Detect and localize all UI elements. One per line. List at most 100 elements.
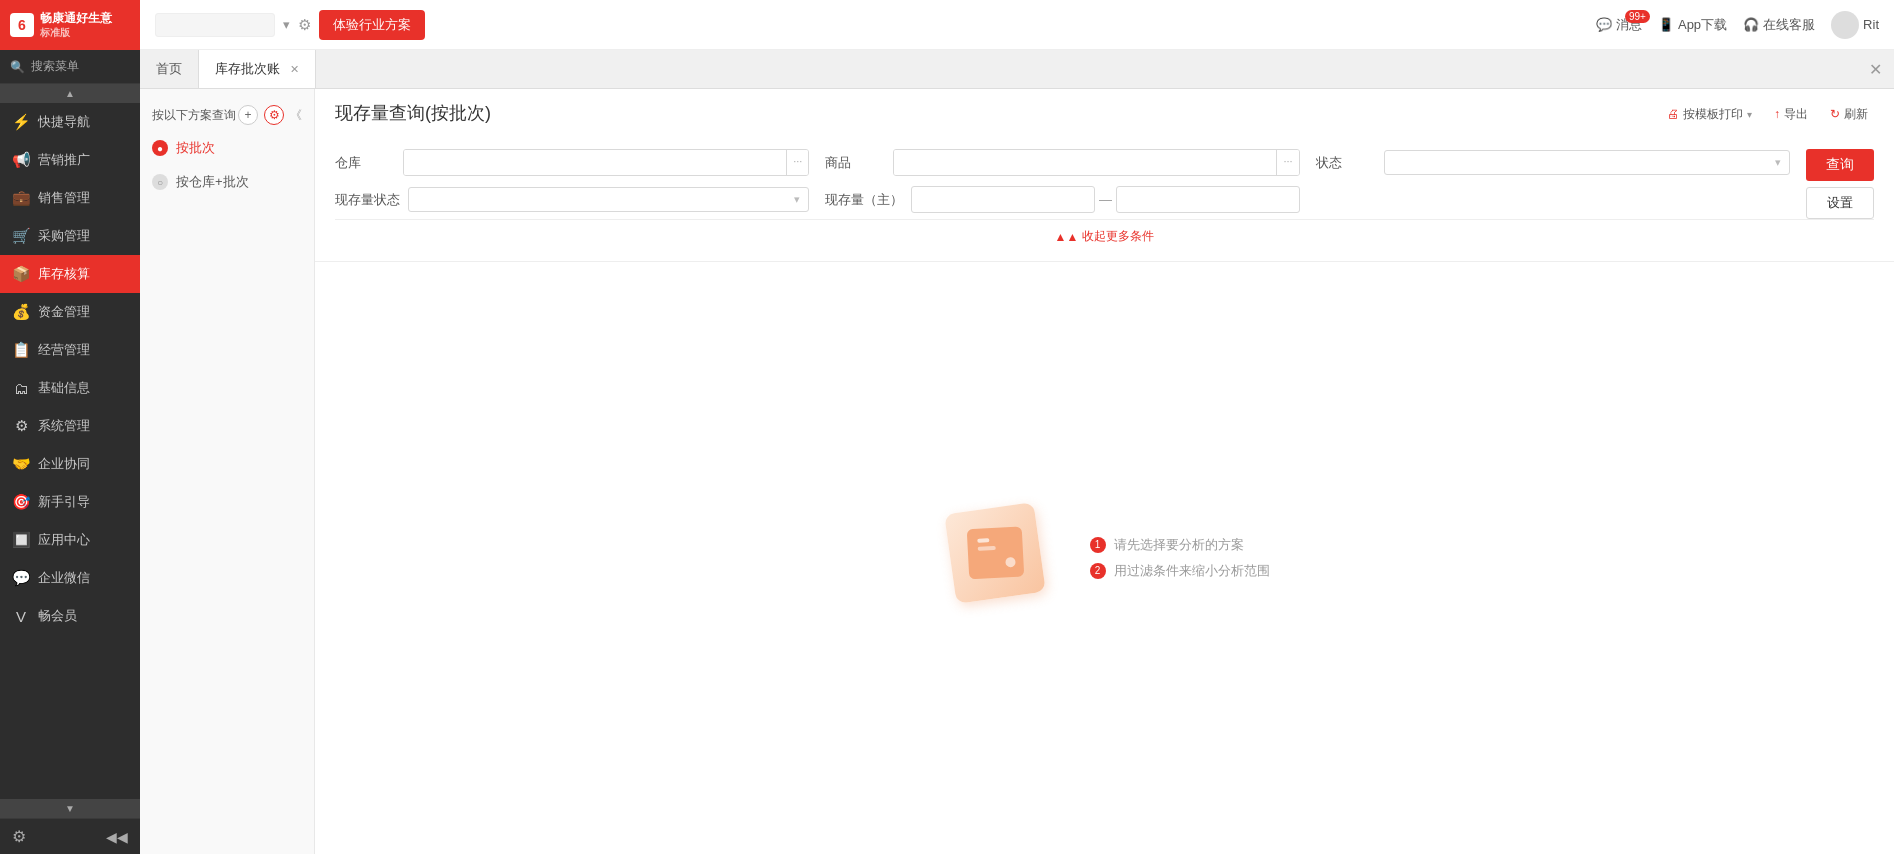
sidebar-item-label: 资金管理 bbox=[38, 303, 90, 321]
sidebar-item-label: 企业协同 bbox=[38, 455, 90, 473]
message-icon: 💬 bbox=[1596, 17, 1612, 32]
inventory-icon: 📦 bbox=[12, 265, 30, 283]
filter-collapse-icon[interactable]: 《 bbox=[290, 107, 302, 124]
phone-icon: 📱 bbox=[1658, 17, 1674, 32]
inventory-qty-field: 现存量（主） — bbox=[825, 186, 1299, 213]
sidebar-item-finance[interactable]: 💰 资金管理 bbox=[0, 293, 140, 331]
tab-home[interactable]: 首页 bbox=[140, 50, 199, 88]
warehouse-input-wrap[interactable]: ··· bbox=[403, 149, 809, 176]
tabbar: 首页 库存批次账 ✕ ✕ bbox=[140, 50, 1894, 89]
inventory-status-chevron-icon: ▾ bbox=[794, 193, 800, 206]
app-logo: 6 bbox=[10, 13, 34, 37]
sidebar-item-operations[interactable]: 📋 经营管理 bbox=[0, 331, 140, 369]
search-icon: 🔍 bbox=[10, 60, 25, 74]
query-area: 现存量查询(按批次) 🖨 按模板打印 ▾ ↑ 导出 ↻ bbox=[315, 89, 1894, 854]
enterprise-icon: 🤝 bbox=[12, 455, 30, 473]
sidebar-item-enterprise[interactable]: 🤝 企业协同 bbox=[0, 445, 140, 483]
sidebar-item-purchase[interactable]: 🛒 采购管理 bbox=[0, 217, 140, 255]
marketing-icon: 📢 bbox=[12, 151, 30, 169]
avatar bbox=[1831, 11, 1859, 39]
product-input[interactable] bbox=[894, 150, 1276, 175]
sidebar-bottom: ⚙ ◀◀ bbox=[0, 818, 140, 854]
topbar-chevron-icon[interactable]: ▾ bbox=[283, 17, 290, 32]
query-toolbar: 🖨 按模板打印 ▾ ↑ 导出 ↻ 刷新 bbox=[1661, 103, 1874, 126]
app-name-block: 畅康通好生意 标准版 bbox=[40, 10, 112, 41]
refresh-label: 刷新 bbox=[1844, 106, 1868, 123]
collapse-bar[interactable]: ▲▲ 收起更多条件 bbox=[335, 219, 1874, 253]
inventory-qty-min[interactable] bbox=[911, 186, 1095, 213]
sidebar-scroll-up-btn[interactable]: ▲ bbox=[0, 84, 140, 103]
sidebar-item-vip[interactable]: V 畅会员 bbox=[0, 597, 140, 635]
tip1-text: 请先选择要分析的方案 bbox=[1114, 532, 1244, 558]
messages-button[interactable]: 💬 消息 99+ bbox=[1596, 16, 1642, 34]
filter-item-by-warehouse-batch[interactable]: ○ 按仓库+批次 bbox=[140, 165, 314, 199]
product-input-wrap[interactable]: ··· bbox=[893, 149, 1299, 176]
app-center-icon: 🔲 bbox=[12, 531, 30, 549]
status-field: 状态 ▾ bbox=[1316, 150, 1790, 175]
purchase-icon: 🛒 bbox=[12, 227, 30, 245]
warehouse-label: 仓库 bbox=[335, 154, 395, 172]
sidebar-item-inventory[interactable]: 📦 库存核算 bbox=[0, 255, 140, 293]
refresh-icon: ↻ bbox=[1830, 107, 1840, 121]
online-service-label: 在线客服 bbox=[1763, 16, 1815, 34]
export-btn[interactable]: ↑ 导出 bbox=[1768, 103, 1814, 126]
tab-close-icon[interactable]: ✕ bbox=[290, 63, 299, 76]
headset-icon: 🎧 bbox=[1743, 17, 1759, 32]
collapse-sidebar-icon[interactable]: ◀◀ bbox=[106, 829, 128, 845]
print-btn[interactable]: 🖨 按模板打印 ▾ bbox=[1661, 103, 1758, 126]
inventory-status-label: 现存量状态 bbox=[335, 191, 400, 209]
query-actions: 查询 设置 bbox=[1806, 149, 1874, 219]
sidebar-item-label: 基础信息 bbox=[38, 379, 90, 397]
product-more-btn[interactable]: ··· bbox=[1276, 150, 1298, 175]
sidebar-item-label: 企业微信 bbox=[38, 569, 90, 587]
filter-add-btn[interactable]: + bbox=[238, 105, 258, 125]
topbar-gear-icon[interactable]: ⚙ bbox=[298, 16, 311, 34]
refresh-btn[interactable]: ↻ 刷新 bbox=[1824, 103, 1874, 126]
sidebar-item-label: 营销推广 bbox=[38, 151, 90, 169]
warehouse-input[interactable] bbox=[404, 150, 786, 175]
settings-icon[interactable]: ⚙ bbox=[12, 827, 26, 846]
status-label: 状态 bbox=[1316, 154, 1376, 172]
empty-state: 1 请先选择要分析的方案 2 用过滤条件来缩小分析范围 bbox=[315, 262, 1894, 854]
sidebar-scroll-down-btn[interactable]: ▼ bbox=[0, 799, 140, 818]
online-service-button[interactable]: 🎧 在线客服 bbox=[1743, 16, 1815, 34]
warehouse-more-btn[interactable]: ··· bbox=[786, 150, 808, 175]
inventory-qty-max[interactable] bbox=[1116, 186, 1300, 213]
sidebar-item-label: 畅会员 bbox=[38, 607, 77, 625]
settings-button[interactable]: 设置 bbox=[1806, 187, 1874, 219]
tabbar-close-btn[interactable]: ✕ bbox=[1857, 60, 1894, 79]
tab-inventory-batch[interactable]: 库存批次账 ✕ bbox=[199, 50, 316, 88]
status-select[interactable]: ▾ bbox=[1384, 150, 1790, 175]
sidebar-header: 6 畅康通好生意 标准版 bbox=[0, 0, 140, 50]
query-header: 现存量查询(按批次) 🖨 按模板打印 ▾ ↑ 导出 ↻ bbox=[315, 89, 1894, 262]
filter-settings-btn[interactable]: ⚙ bbox=[264, 105, 284, 125]
sidebar-item-label: 库存核算 bbox=[38, 265, 90, 283]
sidebar-menu: ⚡ 快捷导航 📢 营销推广 💼 销售管理 🛒 采购管理 📦 库存核算 💰 资金管… bbox=[0, 103, 140, 799]
sidebar-item-label: 应用中心 bbox=[38, 531, 90, 549]
sidebar-item-label: 经营管理 bbox=[38, 341, 90, 359]
topbar-search-input[interactable] bbox=[155, 13, 275, 37]
vip-icon: V bbox=[12, 608, 30, 625]
sidebar-item-marketing[interactable]: 📢 营销推广 bbox=[0, 141, 140, 179]
inventory-status-select[interactable]: ▾ bbox=[408, 187, 809, 212]
print-chevron-icon[interactable]: ▾ bbox=[1747, 109, 1752, 120]
product-label: 商品 bbox=[825, 154, 885, 172]
sidebar-item-sales[interactable]: 💼 销售管理 bbox=[0, 179, 140, 217]
query-button[interactable]: 查询 bbox=[1806, 149, 1874, 181]
tip2-text: 用过滤条件来缩小分析范围 bbox=[1114, 558, 1270, 584]
sidebar-item-guide[interactable]: 🎯 新手引导 bbox=[0, 483, 140, 521]
filter-item-by-batch[interactable]: ● 按批次 bbox=[140, 131, 314, 165]
trial-button[interactable]: 体验行业方案 bbox=[319, 10, 425, 40]
quick-nav-icon: ⚡ bbox=[12, 113, 30, 131]
sidebar-item-basic-info[interactable]: 🗂 基础信息 bbox=[0, 369, 140, 407]
export-icon: ↑ bbox=[1774, 107, 1780, 121]
sidebar-item-label: 销售管理 bbox=[38, 189, 90, 207]
user-avatar-button[interactable]: Rit bbox=[1831, 11, 1879, 39]
sidebar-search[interactable]: 🔍 搜索菜单 bbox=[0, 50, 140, 84]
sidebar-item-wechat[interactable]: 💬 企业微信 bbox=[0, 559, 140, 597]
sidebar-item-system[interactable]: ⚙ 系统管理 bbox=[0, 407, 140, 445]
sidebar-item-app-center[interactable]: 🔲 应用中心 bbox=[0, 521, 140, 559]
app-download-button[interactable]: 📱 App下载 bbox=[1658, 16, 1727, 34]
sidebar-item-quick-nav[interactable]: ⚡ 快捷导航 bbox=[0, 103, 140, 141]
tab-inventory-batch-label: 库存批次账 bbox=[215, 60, 280, 78]
